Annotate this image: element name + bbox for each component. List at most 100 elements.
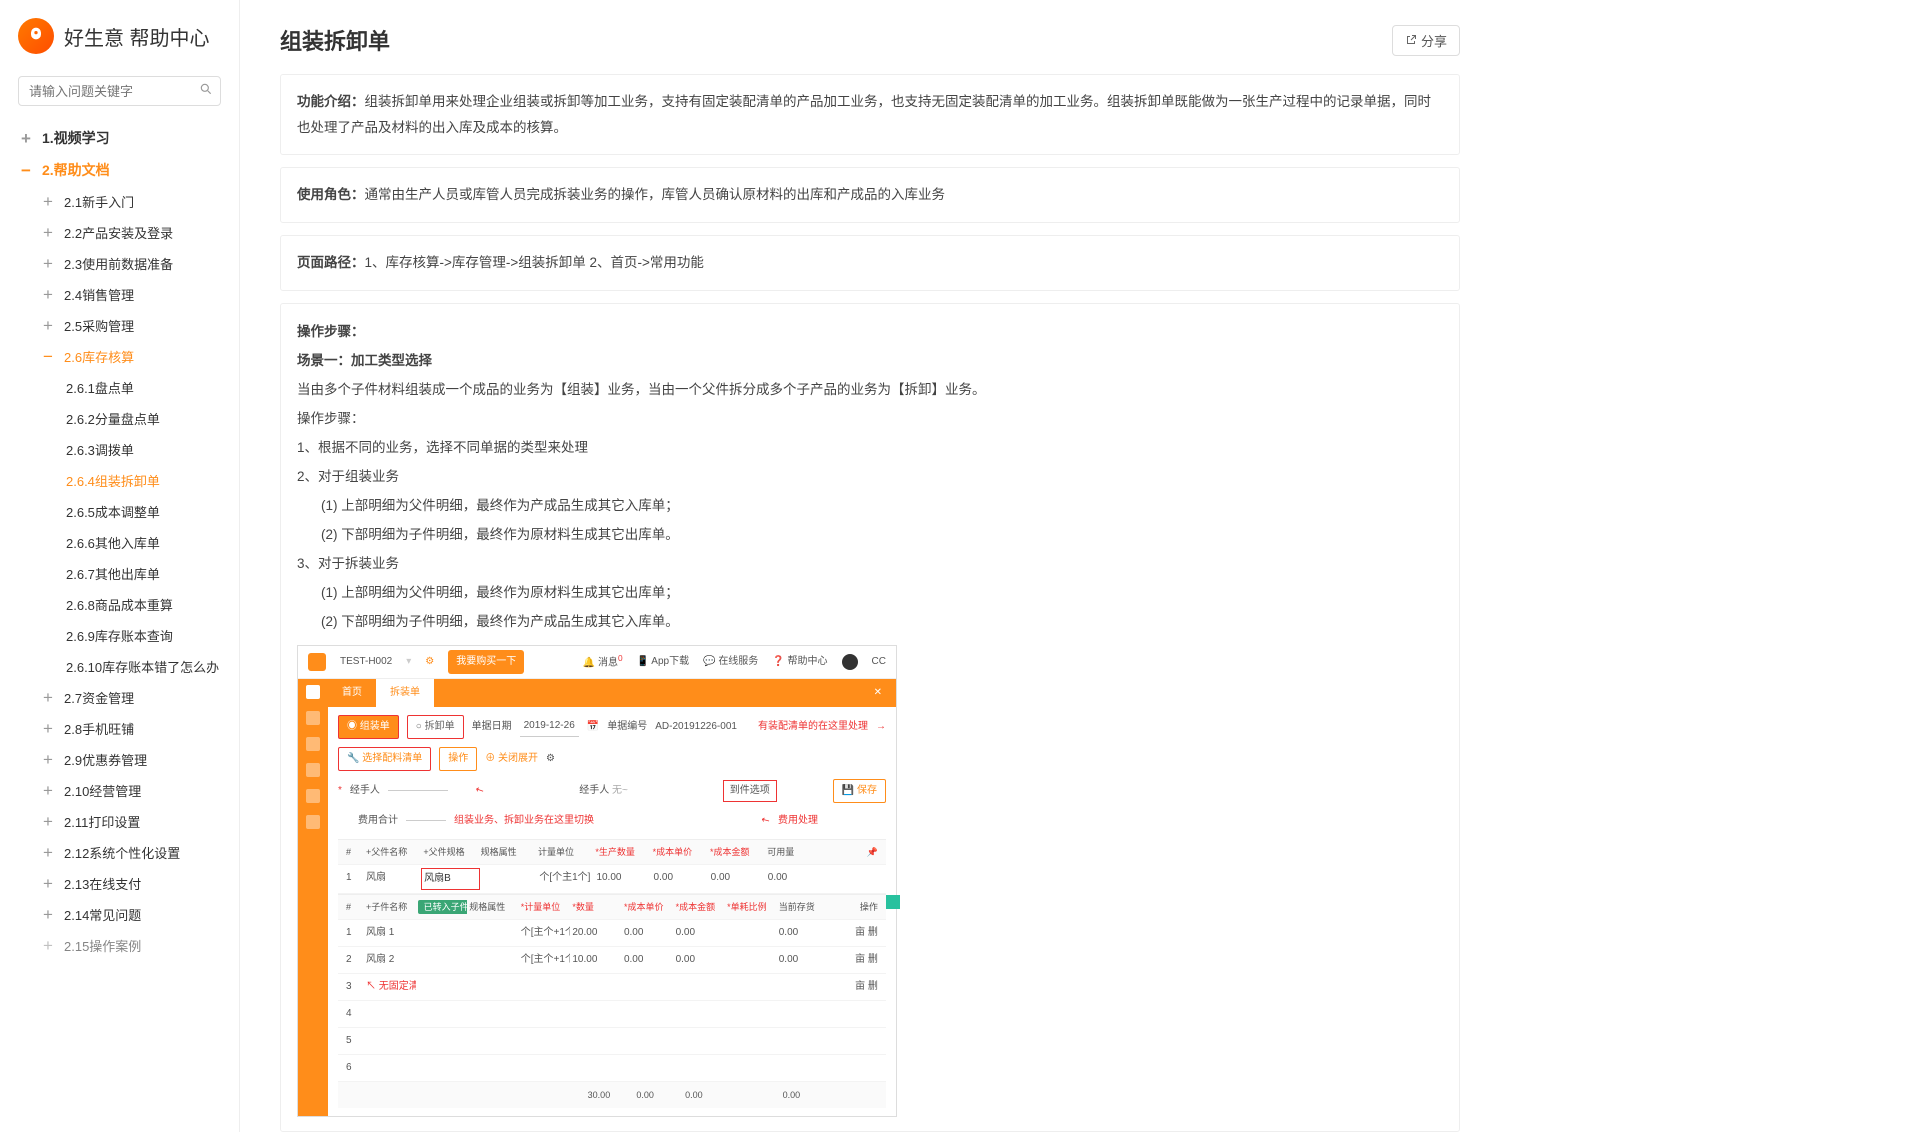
td: 0.00	[766, 868, 823, 890]
nav-label: 2.2产品安装及登录	[64, 223, 173, 242]
td: 风扇B	[421, 868, 480, 890]
plus-icon	[40, 194, 56, 210]
nav-label: 2.13在线支付	[64, 874, 141, 893]
nav-label: 2.6.3调拨单	[66, 440, 134, 459]
search-icon[interactable]	[199, 82, 213, 99]
nav-item-2-6-8[interactable]: 2.6.8商品成本重算	[0, 589, 239, 620]
nav-item-2-6-3[interactable]: 2.6.3调拨单	[0, 434, 239, 465]
nav-item-2-8[interactable]: 2.8手机旺铺	[0, 713, 239, 744]
steps-sub: 操作步骤：	[297, 405, 1443, 432]
nav-label: 2.14常见问题	[64, 905, 141, 924]
ss-docno: AD-20191226-001	[655, 717, 737, 737]
th: 操作	[860, 902, 878, 912]
ss-sidebar	[298, 679, 328, 1116]
ss-save-button: 💾 保存	[833, 779, 886, 803]
nav-item-docs[interactable]: 2.帮助文档 2.1新手入门 2.2产品安装及登录 2.3使用前数据准备 2.4…	[0, 154, 239, 961]
ss-side-icon	[306, 789, 320, 803]
th: 成本单价	[656, 847, 692, 857]
foot: 0.00	[636, 1086, 685, 1104]
nav-label: 2.12系统个性化设置	[64, 843, 180, 862]
nav-label: 2.5采购管理	[64, 316, 134, 335]
step-2: 2、对于组装业务	[297, 463, 1443, 490]
nav-label: 2.3使用前数据准备	[64, 254, 173, 273]
steps-heading: 操作步骤：	[297, 318, 1443, 345]
nav-item-2-13[interactable]: 2.13在线支付	[0, 868, 239, 899]
nav-item-2-6-10[interactable]: 2.6.10库存账本错了怎么办	[0, 651, 239, 682]
nav-label: 2.7资金管理	[64, 688, 134, 707]
th: 成本单价	[627, 902, 663, 912]
nav-item-2-6-5[interactable]: 2.6.5成本调整单	[0, 496, 239, 527]
td: 个[个主1个]	[537, 868, 594, 890]
nav-item-2-6-9[interactable]: 2.6.9库存账本查询	[0, 620, 239, 651]
card-role: 使用角色：通常由生产人员或库管人员完成拆装业务的操作，库管人员确认原材料的出库和…	[280, 167, 1460, 223]
ss-tab-home: 首页	[328, 679, 376, 707]
main-content: 组装拆卸单 分享 功能介绍：组装拆卸单用来处理企业组装或拆卸等加工业务，支持有固…	[240, 0, 1500, 1132]
plus-icon	[40, 752, 56, 768]
step-2b: (2) 下部明细为子件明细，最终作为原材料生成其它出库单。	[297, 521, 1443, 548]
td: 0.00	[674, 923, 726, 943]
td: 亩 删	[828, 950, 880, 970]
td: 0.00	[777, 923, 829, 943]
nav-label: 2.6.5成本调整单	[66, 502, 160, 521]
share-button[interactable]: 分享	[1392, 25, 1460, 56]
ss-form: ◉ 组装单 ○ 拆卸单 单据日期 2019-12-26 📅 单据编号 AD-20…	[328, 707, 896, 1116]
ss-tab-doc: 拆装单	[376, 679, 434, 707]
ss-child-table: # +子件名称 已转入子件 规格属性 *计量单位 *数量 *成本单价 *成本金额…	[338, 894, 886, 1108]
nav-item-2-9[interactable]: 2.9优惠券管理	[0, 744, 239, 775]
nav-item-2-5[interactable]: 2.5采购管理	[0, 310, 239, 341]
nav-tree: 1.视频学习 2.帮助文档 2.1新手入门 2.2产品安装及登录 2.3使用前数…	[0, 122, 239, 961]
nav-item-2-7[interactable]: 2.7资金管理	[0, 682, 239, 713]
nav-item-2-12[interactable]: 2.12系统个性化设置	[0, 837, 239, 868]
ss-radio-disassemble: ○ 拆卸单	[407, 715, 464, 739]
ss-side-icon	[306, 763, 320, 777]
td: 0.00	[652, 868, 709, 890]
nav-label: 2.6库存核算	[64, 347, 134, 366]
nav-item-video[interactable]: 1.视频学习	[0, 122, 239, 154]
foot: 0.00	[783, 1086, 832, 1104]
nav-item-2-6-7[interactable]: 2.6.7其他出库单	[0, 558, 239, 589]
minus-icon	[40, 349, 56, 365]
nav-item-2-4[interactable]: 2.4销售管理	[0, 279, 239, 310]
th: +子件名称	[364, 898, 416, 916]
td: 0.00	[709, 868, 766, 890]
search-input[interactable]	[18, 76, 221, 106]
ss-logo-icon	[308, 653, 326, 671]
scenario-title: 场景一：加工类型选择	[297, 347, 1443, 374]
plus-icon	[40, 876, 56, 892]
nav-label: 1.视频学习	[42, 128, 110, 148]
nav-label: 2.10经营管理	[64, 781, 141, 800]
nav-item-2-6-6[interactable]: 2.6.6其他入库单	[0, 527, 239, 558]
ss-side-icon	[306, 685, 320, 699]
nav-item-2-11[interactable]: 2.11打印设置	[0, 806, 239, 837]
ss-docno-label: 单据编号	[607, 717, 647, 737]
path-label: 页面路径：	[297, 255, 365, 270]
ss-expand-icon	[886, 895, 900, 909]
nav-item-2-6[interactable]: 2.6库存核算 2.6.1盘点单 2.6.2分量盘点单 2.6.3调拨单 2.6…	[0, 341, 239, 682]
nav-item-2-6-4[interactable]: 2.6.4组装拆卸单	[0, 465, 239, 496]
nav-item-2-6-1[interactable]: 2.6.1盘点单	[0, 372, 239, 403]
share-icon	[1405, 34, 1417, 46]
nav-label: 2.6.2分量盘点单	[66, 409, 160, 428]
card-path: 页面路径：1、库存核算->库存管理->组装拆卸单 2、首页->常用功能	[280, 235, 1460, 291]
nav-item-2-14[interactable]: 2.14常见问题	[0, 899, 239, 930]
plus-icon	[40, 287, 56, 303]
nav-item-2-1[interactable]: 2.1新手入门	[0, 186, 239, 217]
plus-icon	[40, 783, 56, 799]
nav-item-2-15[interactable]: 2.15操作案例	[0, 930, 239, 961]
plus-icon	[40, 721, 56, 737]
nav-label: 2.11打印设置	[64, 812, 140, 831]
td: 0.00	[622, 950, 674, 970]
th: 单耗比例	[731, 902, 767, 912]
nav-item-2-2[interactable]: 2.2产品安装及登录	[0, 217, 239, 248]
sidebar: 好生意 帮助中心 1.视频学习 2.帮助文档 2.1新手入门 2.2产品安装及登…	[0, 0, 240, 1132]
nav-item-2-6-2[interactable]: 2.6.2分量盘点单	[0, 403, 239, 434]
td: 个[主个+1个]	[519, 923, 571, 943]
nav-item-2-3[interactable]: 2.3使用前数据准备	[0, 248, 239, 279]
brand-title: 好生意 帮助中心	[64, 22, 210, 51]
ss-side-icon	[306, 815, 320, 829]
td: 0.00	[777, 950, 829, 970]
step-1: 1、根据不同的业务，选择不同单据的类型来处理	[297, 434, 1443, 461]
td: 风扇	[364, 868, 421, 890]
steps-section: 操作步骤： 场景一：加工类型选择 当由多个子件材料组装成一个成品的业务为【组装】…	[280, 303, 1460, 1132]
nav-item-2-10[interactable]: 2.10经营管理	[0, 775, 239, 806]
